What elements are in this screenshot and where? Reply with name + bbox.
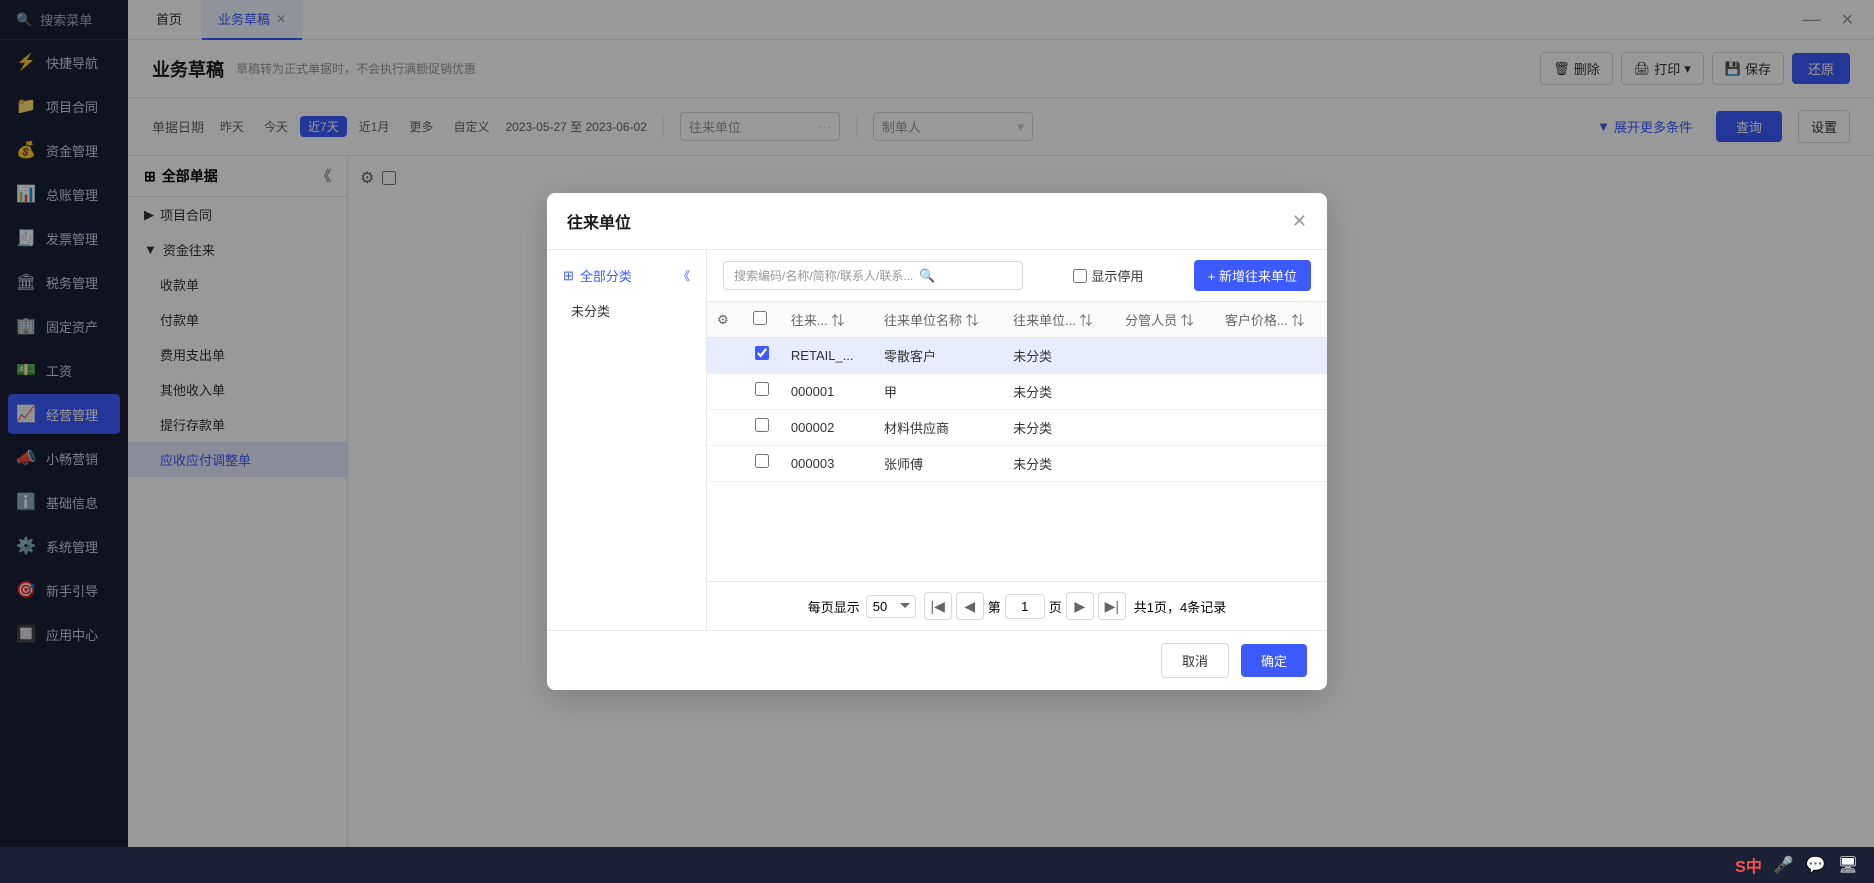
add-partner-button[interactable]: + 新增往来单位 (1194, 260, 1311, 291)
chat-icon[interactable]: 💬 (1806, 855, 1826, 875)
col-category[interactable]: 往来单位... ⇅ (1003, 302, 1115, 338)
page-nav: |◀ ◀ 第 页 ▶ ▶| (924, 592, 1126, 620)
show-disabled-toggle[interactable]: 显示停用 (1073, 266, 1143, 285)
row-checkbox-cell[interactable] (743, 446, 781, 476)
dialog-title: 往来单位 (567, 209, 631, 233)
total-records: 共1页，4条记录 (1134, 597, 1226, 616)
next-page-btn[interactable]: ▶ (1066, 592, 1094, 620)
cancel-button[interactable]: 取消 (1161, 643, 1229, 678)
row-checkbox[interactable] (755, 382, 769, 396)
row-category: 未分类 (1003, 446, 1115, 482)
dialog-overlay: 往来单位 ✕ ⊞ 全部分类 《 未分类 搜索编码/名称/简称/联系人/联系... (0, 0, 1874, 883)
show-disabled-checkbox[interactable] (1073, 269, 1087, 283)
dialog-header: 往来单位 ✕ (547, 193, 1327, 250)
row-manager (1115, 446, 1215, 482)
row-manager (1115, 338, 1215, 374)
row-checkbox-cell[interactable] (743, 410, 781, 440)
taskbar: S中 🎤 💬 🖥 (0, 847, 1874, 883)
mic-icon[interactable]: 🎤 (1774, 855, 1794, 875)
row-manager (1115, 410, 1215, 446)
taskbar-logo: S中 (1735, 853, 1762, 877)
row-name: 甲 (874, 374, 1003, 410)
row-checkbox-cell[interactable] (743, 374, 781, 404)
collapse-left-icon[interactable]: 《 (678, 267, 690, 284)
row-name: 材料供应商 (874, 410, 1003, 446)
search-icon: 🔍 (919, 268, 935, 284)
search-placeholder: 搜索编码/名称/简称/联系人/联系... (734, 267, 913, 284)
category-unclassified[interactable]: 未分类 (547, 293, 706, 328)
partner-dialog: 往来单位 ✕ ⊞ 全部分类 《 未分类 搜索编码/名称/简称/联系人/联系... (547, 193, 1327, 690)
last-page-btn[interactable]: ▶| (1098, 592, 1126, 620)
dialog-close-icon[interactable]: ✕ (1292, 211, 1307, 232)
dialog-footer: 取消 确定 (547, 630, 1327, 690)
row-name: 张师傅 (874, 446, 1003, 482)
col-settings: ⚙ (707, 302, 743, 338)
page-number-input[interactable] (1005, 594, 1045, 619)
row-category: 未分类 (1003, 410, 1115, 446)
row-settings (707, 410, 743, 446)
row-code: 000003 (781, 446, 874, 482)
prev-page-btn[interactable]: ◀ (956, 592, 984, 620)
page-size-select[interactable]: 50 100 200 (866, 595, 916, 618)
row-settings (707, 338, 743, 374)
row-settings (707, 374, 743, 410)
category-all[interactable]: ⊞ 全部分类 《 (547, 258, 706, 293)
table-row[interactable]: RETAIL_... 零散客户 未分类 (707, 338, 1327, 374)
row-price (1215, 446, 1327, 482)
row-name: 零散客户 (874, 338, 1003, 374)
col-manager[interactable]: 分管人员 ⇅ (1115, 302, 1215, 338)
table-row[interactable]: 000002 材料供应商 未分类 (707, 410, 1327, 446)
table-row[interactable]: 000001 甲 未分类 (707, 374, 1327, 410)
row-manager (1115, 374, 1215, 410)
row-settings (707, 446, 743, 482)
row-code: 000002 (781, 410, 874, 446)
dialog-left-panel: ⊞ 全部分类 《 未分类 (547, 250, 707, 630)
col-select (743, 302, 781, 338)
page-size-wrap: 每页显示 50 100 200 (808, 595, 916, 618)
dialog-table: ⚙ 往来... ⇅ 往来单位名称 ⇅ 往来单位... ⇅ 分管人员 ⇅ 客户价格… (707, 302, 1327, 581)
row-category: 未分类 (1003, 338, 1115, 374)
dialog-right-panel: 搜索编码/名称/简称/联系人/联系... 🔍 显示停用 + 新增往来单位 (707, 250, 1327, 630)
row-price (1215, 338, 1327, 374)
dialog-body: ⊞ 全部分类 《 未分类 搜索编码/名称/简称/联系人/联系... 🔍 显示停用 (547, 250, 1327, 630)
row-price (1215, 410, 1327, 446)
col-code[interactable]: 往来... ⇅ (781, 302, 874, 338)
col-price[interactable]: 客户价格... ⇅ (1215, 302, 1327, 338)
row-code: 000001 (781, 374, 874, 410)
row-category: 未分类 (1003, 374, 1115, 410)
table-header-row: ⚙ 往来... ⇅ 往来单位名称 ⇅ 往来单位... ⇅ 分管人员 ⇅ 客户价格… (707, 302, 1327, 338)
row-checkbox[interactable] (755, 418, 769, 432)
row-price (1215, 374, 1327, 410)
row-code: RETAIL_... (781, 338, 874, 374)
col-name[interactable]: 往来单位名称 ⇅ (874, 302, 1003, 338)
dialog-search-input[interactable]: 搜索编码/名称/简称/联系人/联系... 🔍 (723, 261, 1023, 290)
monitor-icon[interactable]: 🖥 (1838, 855, 1858, 875)
dialog-toolbar: 搜索编码/名称/简称/联系人/联系... 🔍 显示停用 + 新增往来单位 (707, 250, 1327, 302)
first-page-btn[interactable]: |◀ (924, 592, 952, 620)
select-all-dialog[interactable] (753, 311, 767, 325)
row-checkbox[interactable] (755, 346, 769, 360)
confirm-button[interactable]: 确定 (1241, 644, 1307, 677)
grid-icon: ⊞ (563, 268, 574, 284)
row-checkbox[interactable] (755, 454, 769, 468)
table-row[interactable]: 000003 张师傅 未分类 (707, 446, 1327, 482)
dialog-pagination: 每页显示 50 100 200 |◀ ◀ 第 页 ▶ (707, 581, 1327, 630)
row-checkbox-cell[interactable] (743, 338, 781, 368)
